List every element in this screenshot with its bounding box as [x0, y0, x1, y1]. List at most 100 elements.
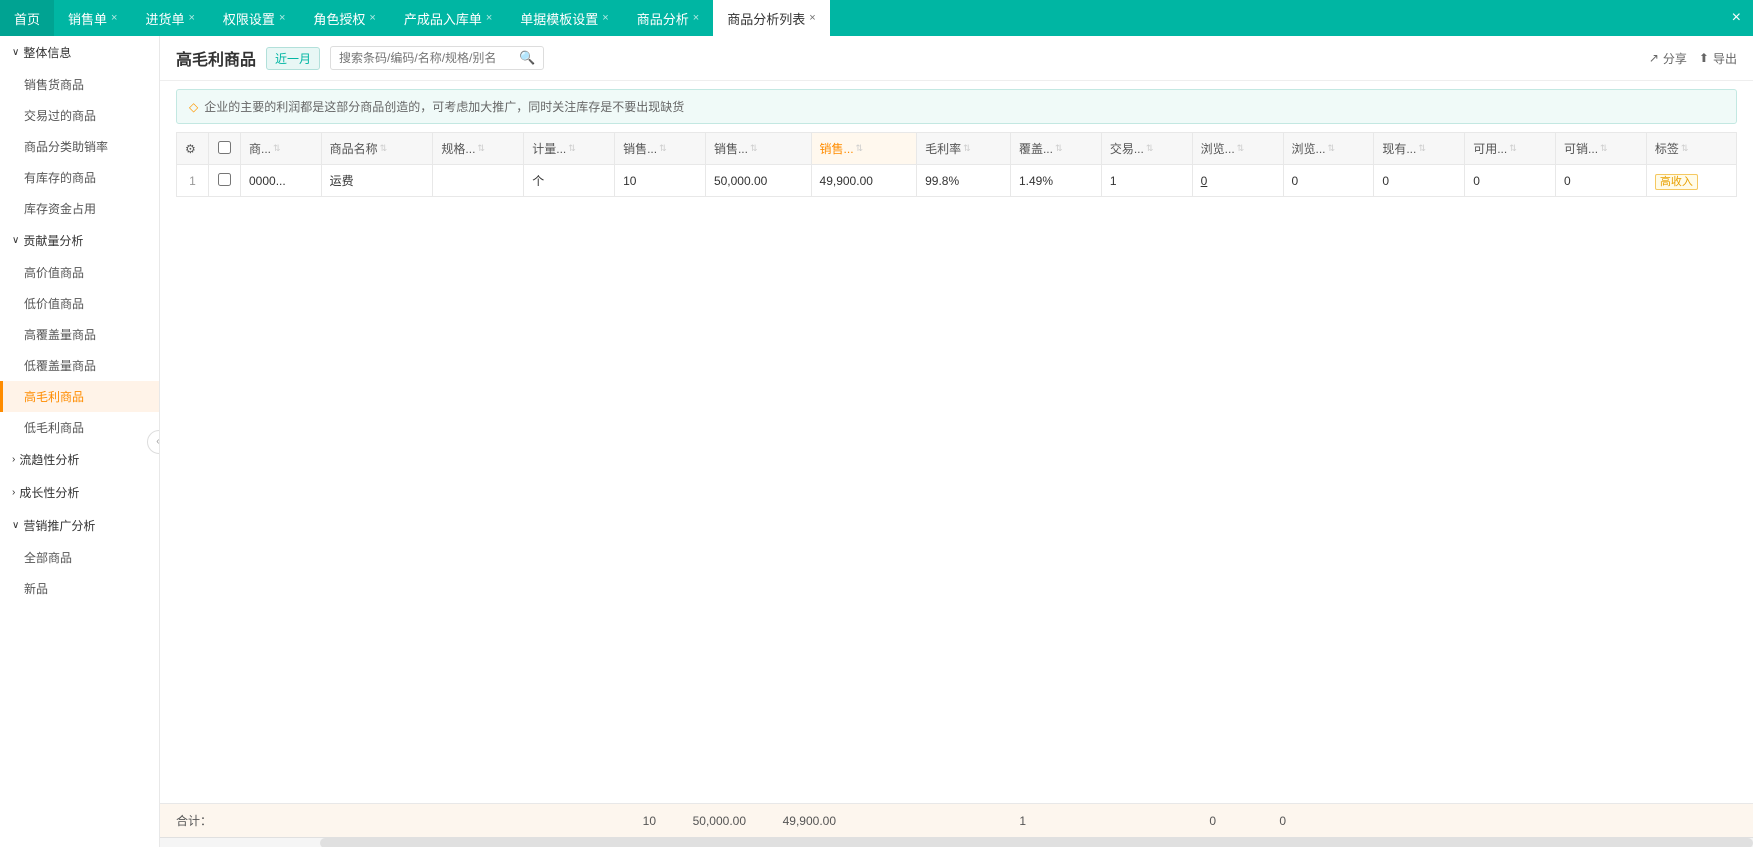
col-checkbox[interactable]: [209, 133, 241, 165]
sort-icon-current: ⇅: [1418, 143, 1426, 154]
search-icon[interactable]: 🔍: [519, 50, 535, 66]
cell-trade: 1: [1101, 165, 1192, 197]
col-sellable[interactable]: 可销... ⇅: [1556, 133, 1647, 165]
sidebar-group-flow[interactable]: › 流趋性分析: [0, 443, 159, 476]
sidebar-item-low-margin[interactable]: 低毛利商品: [0, 412, 159, 443]
col-browse2[interactable]: 浏览... ⇅: [1283, 133, 1374, 165]
sidebar: « ∨ 整体信息 销售货商品 交易过的商品 商品分类助销率 有库存的商品 库存资…: [0, 36, 160, 847]
cell-sale1: 10: [615, 165, 706, 197]
sort-icon-name: ⇅: [380, 143, 388, 154]
cell-browse1[interactable]: 0: [1192, 165, 1283, 197]
sidebar-item-new-goods[interactable]: 新品: [0, 573, 159, 604]
sidebar-group-overall[interactable]: ∨ 整体信息: [0, 36, 159, 69]
sort-icon-browse1: ⇅: [1237, 143, 1245, 154]
cell-cover: 1.49%: [1010, 165, 1101, 197]
export-btn[interactable]: ⬆ 导出: [1699, 50, 1737, 67]
sort-icon-tag: ⇅: [1681, 143, 1689, 154]
nav-template-close[interactable]: ×: [602, 12, 608, 24]
cell-tag: 高收入: [1646, 165, 1736, 197]
table-wrapper: ⚙ 商... ⇅: [160, 132, 1753, 803]
nav-sales[interactable]: 销售单 ×: [54, 0, 131, 36]
cell-browse2: 0: [1283, 165, 1374, 197]
sort-icon-cover: ⇅: [1055, 143, 1063, 154]
cell-row-num: 1: [177, 165, 209, 197]
col-gross-rate[interactable]: 毛利率 ⇅: [917, 133, 1011, 165]
nav-home[interactable]: 首页: [0, 0, 54, 36]
sidebar-group-contribution[interactable]: ∨ 贡献量分析: [0, 224, 159, 257]
sort-icon-spec: ⇅: [477, 143, 485, 154]
sidebar-item-high-coverage[interactable]: 高覆盖量商品: [0, 319, 159, 350]
col-sale2[interactable]: 销售... ⇅: [705, 133, 811, 165]
cell-sellable: 0: [1556, 165, 1647, 197]
sort-icon-trade: ⇅: [1146, 143, 1154, 154]
sort-icon-sale2: ⇅: [750, 143, 758, 154]
sidebar-item-low-coverage[interactable]: 低覆盖量商品: [0, 350, 159, 381]
sidebar-item-low-value[interactable]: 低价值商品: [0, 288, 159, 319]
nav-product-analysis-list-close[interactable]: ×: [809, 12, 815, 24]
sidebar-item-all-goods[interactable]: 全部商品: [0, 542, 159, 573]
col-tag[interactable]: 标签 ⇅: [1646, 133, 1736, 165]
col-spec[interactable]: 规格... ⇅: [433, 133, 524, 165]
nav-purchase-close[interactable]: ×: [188, 12, 194, 24]
sidebar-item-traded-goods[interactable]: 交易过的商品: [0, 100, 159, 131]
filter-recent-month-btn[interactable]: 近一月: [266, 47, 320, 70]
select-all-checkbox[interactable]: [218, 141, 231, 154]
col-settings[interactable]: ⚙: [177, 133, 209, 165]
arrow-icon-overall: ∨: [12, 47, 19, 58]
scrollbar-thumb[interactable]: [320, 838, 1753, 847]
content-area: 高毛利商品 近一月 🔍 ↗ 分享 ⬆ 导出: [160, 36, 1753, 847]
sidebar-item-high-margin[interactable]: 高毛利商品: [0, 381, 159, 412]
sidebar-item-high-value[interactable]: 高价值商品: [0, 257, 159, 288]
nav-product-analysis[interactable]: 商品分析 ×: [623, 0, 713, 36]
nav-product-analysis-close[interactable]: ×: [693, 12, 699, 24]
share-btn[interactable]: ↗ 分享: [1649, 50, 1687, 67]
nav-sales-close[interactable]: ×: [111, 12, 117, 24]
nav-permissions-close[interactable]: ×: [279, 12, 285, 24]
sort-icon-unit: ⇅: [568, 143, 576, 154]
nav-roles-close[interactable]: ×: [369, 12, 375, 24]
sidebar-item-category-rate[interactable]: 商品分类助销率: [0, 131, 159, 162]
sort-icon-sellable: ⇅: [1600, 143, 1608, 154]
sort-icon-browse2: ⇅: [1328, 143, 1336, 154]
row-checkbox[interactable]: [218, 173, 231, 186]
product-table: ⚙ 商... ⇅: [176, 132, 1737, 197]
col-unit[interactable]: 计量... ⇅: [524, 133, 615, 165]
col-cover[interactable]: 覆盖... ⇅: [1010, 133, 1101, 165]
table-footer: 合计： 10 50,000.00 49,900.00 1 0 0: [160, 803, 1753, 837]
nav-product-analysis-list[interactable]: 商品分析列表 ×: [713, 0, 829, 36]
sidebar-group-marketing[interactable]: ∨ 营销推广分析: [0, 509, 159, 542]
sort-icon-sale1: ⇅: [659, 143, 667, 154]
nav-permissions[interactable]: 权限设置 ×: [209, 0, 299, 36]
info-icon: ◇: [189, 100, 198, 114]
settings-icon: ⚙: [185, 142, 196, 156]
cell-spec: [433, 165, 524, 197]
col-browse1[interactable]: 浏览... ⇅: [1192, 133, 1283, 165]
search-input[interactable]: [339, 51, 519, 65]
col-trade[interactable]: 交易... ⇅: [1101, 133, 1192, 165]
content-header: 高毛利商品 近一月 🔍 ↗ 分享 ⬆ 导出: [160, 36, 1753, 81]
info-banner: ◇ 企业的主要的利润都是这部分商品创造的，可考虑加大推广，同时关注库存是不要出现…: [176, 89, 1737, 124]
sidebar-group-growth[interactable]: › 成长性分析: [0, 476, 159, 509]
col-current[interactable]: 现有... ⇅: [1374, 133, 1465, 165]
col-available[interactable]: 可用... ⇅: [1465, 133, 1556, 165]
sidebar-item-stock-capital[interactable]: 库存资金占用: [0, 193, 159, 224]
col-name[interactable]: 商品名称 ⇅: [321, 133, 433, 165]
col-sale3[interactable]: 销售... ⇅: [811, 133, 917, 165]
sort-icon-sale3: ⇅: [856, 143, 864, 154]
nav-template[interactable]: 单据模板设置 ×: [506, 0, 622, 36]
nav-finished-goods-close[interactable]: ×: [486, 12, 492, 24]
horizontal-scrollbar[interactable]: [160, 837, 1753, 847]
cell-gross-rate: 99.8%: [917, 165, 1011, 197]
nav-roles[interactable]: 角色授权 ×: [299, 0, 389, 36]
close-all-tabs[interactable]: ×: [1720, 9, 1753, 27]
col-code[interactable]: 商... ⇅: [241, 133, 322, 165]
cell-checkbox[interactable]: [209, 165, 241, 197]
nav-finished-goods[interactable]: 产成品入库单 ×: [390, 0, 506, 36]
export-icon: ⬆: [1699, 51, 1709, 65]
sidebar-item-in-stock[interactable]: 有库存的商品: [0, 162, 159, 193]
sidebar-item-sales-goods[interactable]: 销售货商品: [0, 69, 159, 100]
nav-purchase[interactable]: 进货单 ×: [131, 0, 208, 36]
share-icon: ↗: [1649, 51, 1659, 65]
cell-code[interactable]: 0000...: [241, 165, 322, 197]
col-sale1[interactable]: 销售... ⇅: [615, 133, 706, 165]
